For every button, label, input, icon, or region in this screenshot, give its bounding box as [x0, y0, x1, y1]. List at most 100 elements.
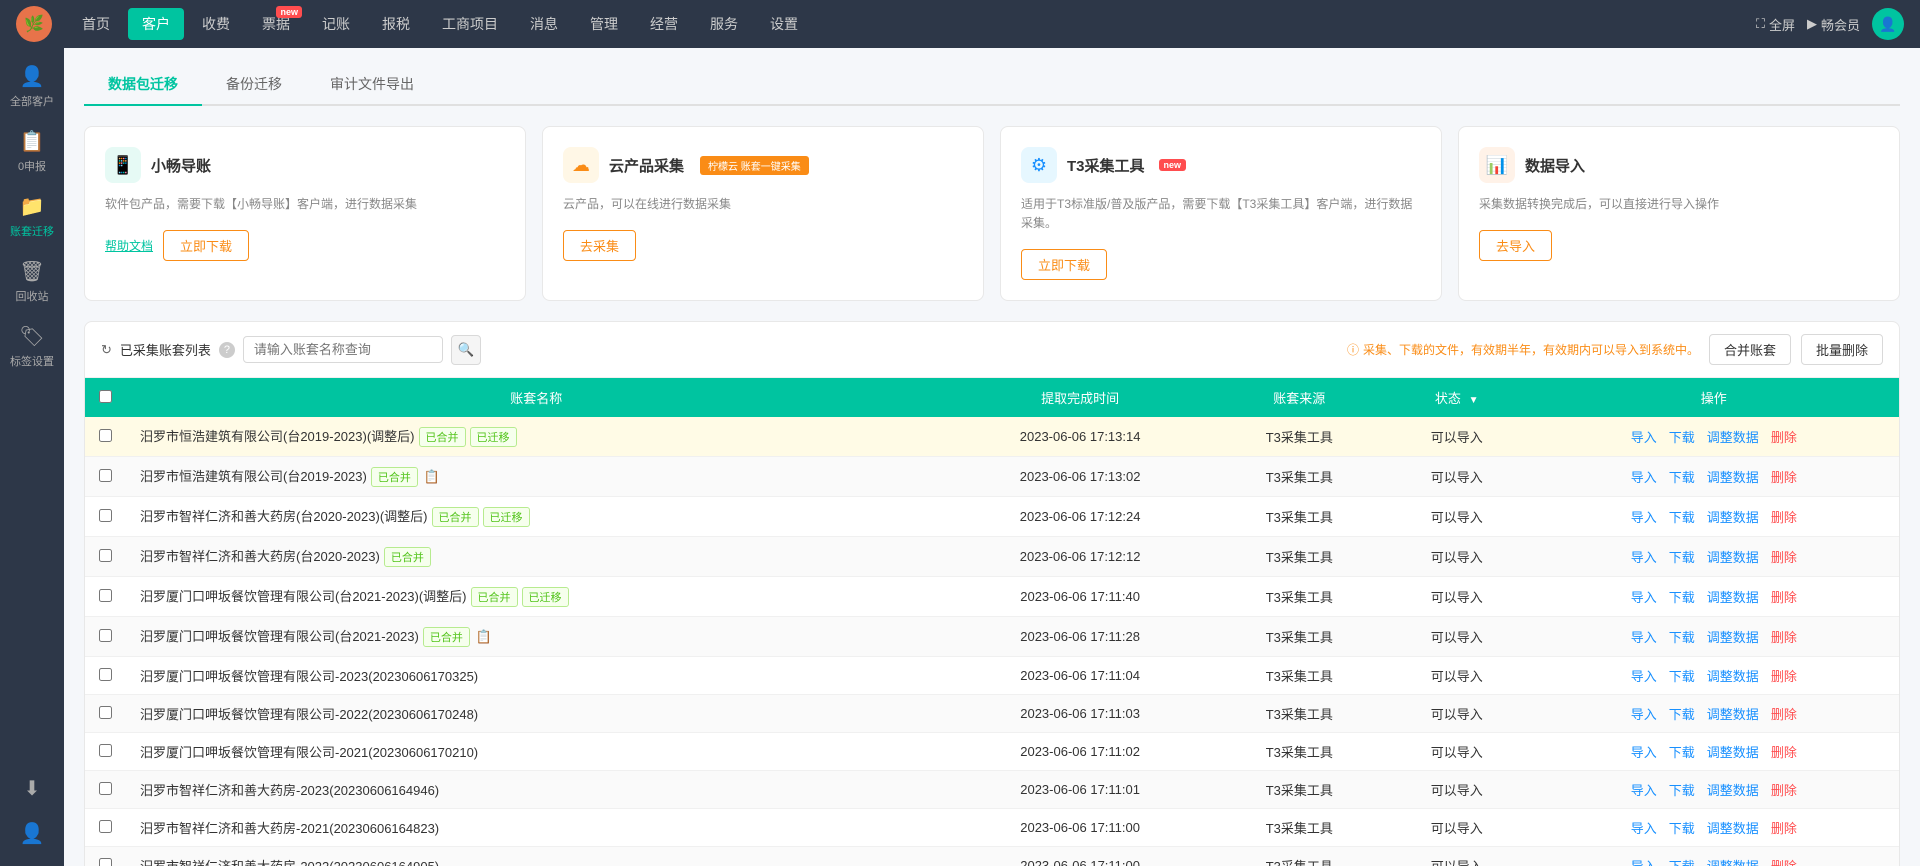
- help-doc-link[interactable]: 帮助文档: [105, 237, 153, 254]
- nav-item-tax[interactable]: 报税: [368, 8, 424, 40]
- action-delete[interactable]: 删除: [1771, 821, 1797, 836]
- row-checkbox[interactable]: [99, 549, 112, 562]
- action-import[interactable]: 导入: [1631, 707, 1657, 722]
- action-download[interactable]: 下载: [1669, 859, 1695, 866]
- action-import[interactable]: 导入: [1631, 859, 1657, 866]
- action-import[interactable]: 导入: [1631, 590, 1657, 605]
- tab-data-migration[interactable]: 数据包迁移: [84, 64, 202, 106]
- sidebar-item-tag-settings[interactable]: 🏷 标签设置: [4, 316, 60, 377]
- action-import[interactable]: 导入: [1631, 821, 1657, 836]
- sidebar-item-download[interactable]: ⬇: [4, 768, 60, 809]
- nav-item-message[interactable]: 消息: [516, 8, 572, 40]
- nav-item-manage[interactable]: 管理: [576, 8, 632, 40]
- action-adjust[interactable]: 调整数据: [1707, 707, 1759, 722]
- t3-download-button[interactable]: 立即下载: [1021, 249, 1107, 280]
- row-checkbox[interactable]: [99, 706, 112, 719]
- sidebar-item-account-migration[interactable]: 📁 账套迁移: [4, 186, 60, 247]
- th-status[interactable]: 状态 ▼: [1385, 378, 1529, 417]
- go-import-button[interactable]: 去导入: [1479, 230, 1552, 261]
- row-checkbox[interactable]: [99, 668, 112, 681]
- action-delete[interactable]: 删除: [1771, 669, 1797, 684]
- nav-item-customer[interactable]: 客户: [128, 8, 184, 40]
- action-download[interactable]: 下载: [1669, 669, 1695, 684]
- action-download[interactable]: 下载: [1669, 630, 1695, 645]
- row-icon[interactable]: 📋: [476, 629, 492, 644]
- action-import[interactable]: 导入: [1631, 783, 1657, 798]
- action-download[interactable]: 下载: [1669, 590, 1695, 605]
- action-download[interactable]: 下载: [1669, 550, 1695, 565]
- user-avatar[interactable]: 👤: [1872, 8, 1904, 40]
- row-icon[interactable]: 📋: [424, 469, 440, 484]
- action-adjust[interactable]: 调整数据: [1707, 510, 1759, 525]
- action-download[interactable]: 下载: [1669, 430, 1695, 445]
- nav-item-invoice[interactable]: 票据 new: [248, 8, 304, 40]
- action-delete[interactable]: 删除: [1771, 859, 1797, 866]
- action-delete[interactable]: 删除: [1771, 550, 1797, 565]
- download-now-button[interactable]: 立即下载: [163, 230, 249, 261]
- action-import[interactable]: 导入: [1631, 470, 1657, 485]
- nav-item-operation[interactable]: 经营: [636, 8, 692, 40]
- action-download[interactable]: 下载: [1669, 821, 1695, 836]
- nav-item-home[interactable]: 首页: [68, 8, 124, 40]
- action-delete[interactable]: 删除: [1771, 430, 1797, 445]
- action-import[interactable]: 导入: [1631, 550, 1657, 565]
- row-checkbox[interactable]: [99, 429, 112, 442]
- row-checkbox[interactable]: [99, 589, 112, 602]
- search-button[interactable]: 🔍: [451, 335, 481, 365]
- action-delete[interactable]: 删除: [1771, 470, 1797, 485]
- select-all-checkbox[interactable]: [99, 390, 112, 403]
- action-download[interactable]: 下载: [1669, 783, 1695, 798]
- action-import[interactable]: 导入: [1631, 745, 1657, 760]
- action-adjust[interactable]: 调整数据: [1707, 821, 1759, 836]
- nav-item-bookkeeping[interactable]: 记账: [308, 8, 364, 40]
- sidebar-item-zero-report[interactable]: 📋 0申报: [4, 121, 60, 182]
- fullscreen-button[interactable]: ⛶ 全屏: [1756, 15, 1795, 34]
- action-adjust[interactable]: 调整数据: [1707, 470, 1759, 485]
- action-download[interactable]: 下载: [1669, 707, 1695, 722]
- action-delete[interactable]: 删除: [1771, 707, 1797, 722]
- action-delete[interactable]: 删除: [1771, 510, 1797, 525]
- go-collect-button[interactable]: 去采集: [563, 230, 636, 261]
- action-download[interactable]: 下载: [1669, 470, 1695, 485]
- row-checkbox[interactable]: [99, 858, 112, 866]
- nav-item-business[interactable]: 工商项目: [428, 8, 512, 40]
- action-adjust[interactable]: 调整数据: [1707, 630, 1759, 645]
- action-import[interactable]: 导入: [1631, 669, 1657, 684]
- action-adjust[interactable]: 调整数据: [1707, 745, 1759, 760]
- member-button[interactable]: ▶ 畅会员: [1807, 15, 1860, 34]
- action-download[interactable]: 下载: [1669, 510, 1695, 525]
- search-input[interactable]: [243, 336, 443, 363]
- row-checkbox[interactable]: [99, 469, 112, 482]
- nav-item-collect[interactable]: 收费: [188, 8, 244, 40]
- action-download[interactable]: 下载: [1669, 745, 1695, 760]
- action-adjust[interactable]: 调整数据: [1707, 430, 1759, 445]
- refresh-icon[interactable]: ↻: [101, 342, 112, 358]
- nav-item-service[interactable]: 服务: [696, 8, 752, 40]
- row-checkbox[interactable]: [99, 629, 112, 642]
- sidebar-item-recycle[interactable]: 🗑 回收站: [4, 251, 60, 312]
- action-import[interactable]: 导入: [1631, 430, 1657, 445]
- sidebar-item-all-customers[interactable]: 👤 全部客户: [4, 56, 60, 117]
- action-adjust[interactable]: 调整数据: [1707, 550, 1759, 565]
- action-delete[interactable]: 删除: [1771, 630, 1797, 645]
- merge-accounts-button[interactable]: 合并账套: [1709, 334, 1791, 365]
- nav-item-settings[interactable]: 设置: [756, 8, 812, 40]
- action-delete[interactable]: 删除: [1771, 590, 1797, 605]
- tab-backup-migration[interactable]: 备份迁移: [202, 64, 306, 106]
- row-checkbox[interactable]: [99, 509, 112, 522]
- action-import[interactable]: 导入: [1631, 630, 1657, 645]
- action-adjust[interactable]: 调整数据: [1707, 669, 1759, 684]
- batch-delete-button[interactable]: 批量删除: [1801, 334, 1883, 365]
- help-icon[interactable]: ?: [219, 342, 235, 358]
- action-import[interactable]: 导入: [1631, 510, 1657, 525]
- sidebar-item-user[interactable]: 👤: [4, 813, 60, 854]
- action-delete[interactable]: 删除: [1771, 783, 1797, 798]
- action-adjust[interactable]: 调整数据: [1707, 859, 1759, 866]
- row-checkbox[interactable]: [99, 820, 112, 833]
- row-checkbox[interactable]: [99, 782, 112, 795]
- action-delete[interactable]: 删除: [1771, 745, 1797, 760]
- tab-audit-export[interactable]: 审计文件导出: [306, 64, 438, 106]
- action-adjust[interactable]: 调整数据: [1707, 783, 1759, 798]
- action-adjust[interactable]: 调整数据: [1707, 590, 1759, 605]
- row-checkbox[interactable]: [99, 744, 112, 757]
